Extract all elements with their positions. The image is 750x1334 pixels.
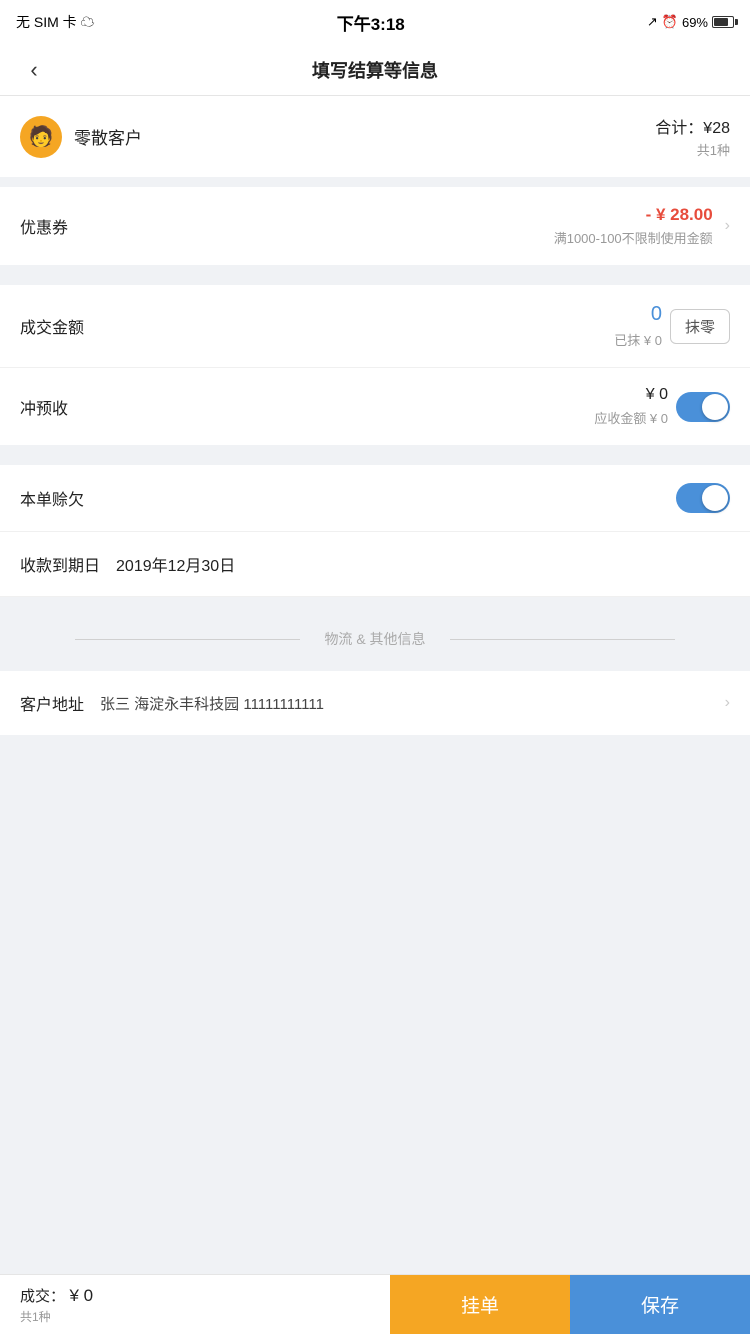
- alarm-icon: ⏰: [662, 14, 678, 30]
- customer-totals: 合计：¥28 共1种: [655, 114, 730, 159]
- deal-amount-block: 0 已抹 ¥ 0: [614, 303, 662, 349]
- prepayment-sub: 应收金额 ¥ 0: [594, 408, 668, 427]
- prepayment-label: 冲预收: [20, 395, 68, 419]
- customer-avatar: 🧑: [20, 116, 62, 158]
- coupon-desc: 满1000-100不限制使用金额: [554, 228, 713, 247]
- deal-amount-row: 成交金额 0 已抹 ¥ 0 抹零: [0, 285, 750, 368]
- deal-amount-label: 成交金额: [20, 314, 84, 338]
- due-date-label: 收款到期日: [20, 552, 100, 576]
- address-section[interactable]: 客户地址 张三 海淀永丰科技园 11111111111 ›: [0, 671, 750, 735]
- bottom-deal-line: 成交： ¥ 0: [20, 1285, 370, 1306]
- divider-3: [0, 607, 750, 617]
- nav-bar: ‹ 填写结算等信息: [0, 44, 750, 96]
- coupon-value: - ¥ 28.00: [554, 205, 713, 225]
- total-count: 共1种: [655, 140, 730, 159]
- due-date-row: 收款到期日 2019年12月30日: [0, 532, 750, 597]
- status-right: ↗ ⏰ 69%: [647, 14, 734, 30]
- customer-name: 零散客户: [74, 124, 142, 149]
- debt-row: 本单赊欠: [0, 465, 750, 532]
- save-button[interactable]: 保存: [570, 1275, 750, 1334]
- prepayment-right: ¥ 0 应收金额 ¥ 0: [594, 386, 730, 427]
- round-zero-button[interactable]: 抹零: [670, 309, 730, 344]
- prepayment-block: ¥ 0 应收金额 ¥ 0: [594, 386, 668, 427]
- coupon-label: 优惠券: [20, 214, 68, 238]
- status-time: 下午3:18: [337, 10, 405, 35]
- deal-amount-value: 0: [651, 303, 662, 325]
- due-date-value: 2019年12月30日: [116, 552, 235, 576]
- debt-section: 本单赊欠 收款到期日 2019年12月30日: [0, 465, 750, 597]
- deal-amount-right: 0 已抹 ¥ 0 抹零: [614, 303, 730, 349]
- debt-toggle[interactable]: [676, 483, 730, 513]
- location-icon: ↗: [647, 14, 658, 30]
- customer-row: 🧑 零散客户 合计：¥28 共1种: [0, 96, 750, 177]
- battery-percent: 69%: [682, 15, 708, 30]
- bottom-deal-label: 成交：: [20, 1288, 65, 1305]
- address-row[interactable]: 客户地址 张三 海淀永丰科技园 11111111111 ›: [0, 671, 750, 735]
- status-bar: 无 SIM 卡 ☁ 下午3:18 ↗ ⏰ 69%: [0, 0, 750, 44]
- no-sim-label: 无 SIM 卡 ☁: [16, 12, 95, 32]
- bottom-count: 共1种: [20, 1308, 370, 1325]
- address-value: 张三 海淀永丰科技园 11111111111: [100, 693, 721, 714]
- avatar-icon: 🧑: [29, 124, 54, 149]
- address-chevron-icon: ›: [725, 694, 730, 712]
- back-icon: ‹: [30, 57, 37, 83]
- toggle-knob: [702, 394, 728, 420]
- divider-1: [0, 275, 750, 285]
- coupon-value-block: - ¥ 28.00 满1000-100不限制使用金额: [554, 205, 713, 247]
- chevron-right-icon: ›: [725, 217, 730, 235]
- coupon-section: 优惠券 - ¥ 28.00 满1000-100不限制使用金额 ›: [0, 187, 750, 265]
- total-amount: 合计：¥28: [655, 114, 730, 138]
- debt-label: 本单赊欠: [20, 486, 84, 510]
- debt-toggle-knob: [702, 485, 728, 511]
- bottom-bar: 成交： ¥ 0 共1种 挂单 保存: [0, 1274, 750, 1334]
- pending-button[interactable]: 挂单: [390, 1275, 570, 1334]
- debt-right: [676, 483, 730, 513]
- address-label: 客户地址: [20, 691, 84, 715]
- deal-amount-sub: 已抹 ¥ 0: [614, 330, 662, 349]
- battery-icon: [712, 16, 734, 28]
- prepayment-value: ¥ 0: [594, 386, 668, 404]
- prepayment-toggle[interactable]: [676, 392, 730, 422]
- status-left: 无 SIM 卡 ☁: [16, 12, 95, 32]
- divider-4: [0, 661, 750, 671]
- coupon-right: - ¥ 28.00 满1000-100不限制使用金额 ›: [554, 205, 730, 247]
- prepayment-row: 冲预收 ¥ 0 应收金额 ¥ 0: [0, 368, 750, 445]
- coupon-row[interactable]: 优惠券 - ¥ 28.00 满1000-100不限制使用金额 ›: [0, 187, 750, 265]
- bottom-deal-amount: ¥ 0: [69, 1286, 93, 1305]
- logistics-section-label: 物流 & 其他信息: [0, 617, 750, 661]
- content: 🧑 零散客户 合计：¥28 共1种 优惠券 - ¥ 28.00 满1000-10…: [0, 96, 750, 1035]
- page-title: 填写结算等信息: [312, 57, 438, 83]
- customer-info: 🧑 零散客户: [20, 116, 142, 158]
- bottom-summary: 成交： ¥ 0 共1种: [0, 1275, 390, 1334]
- empty-space: [0, 745, 750, 945]
- back-button[interactable]: ‹: [16, 52, 52, 88]
- amount-section: 成交金额 0 已抹 ¥ 0 抹零 冲预收 ¥ 0 应收金额 ¥ 0: [0, 285, 750, 445]
- divider-2: [0, 455, 750, 465]
